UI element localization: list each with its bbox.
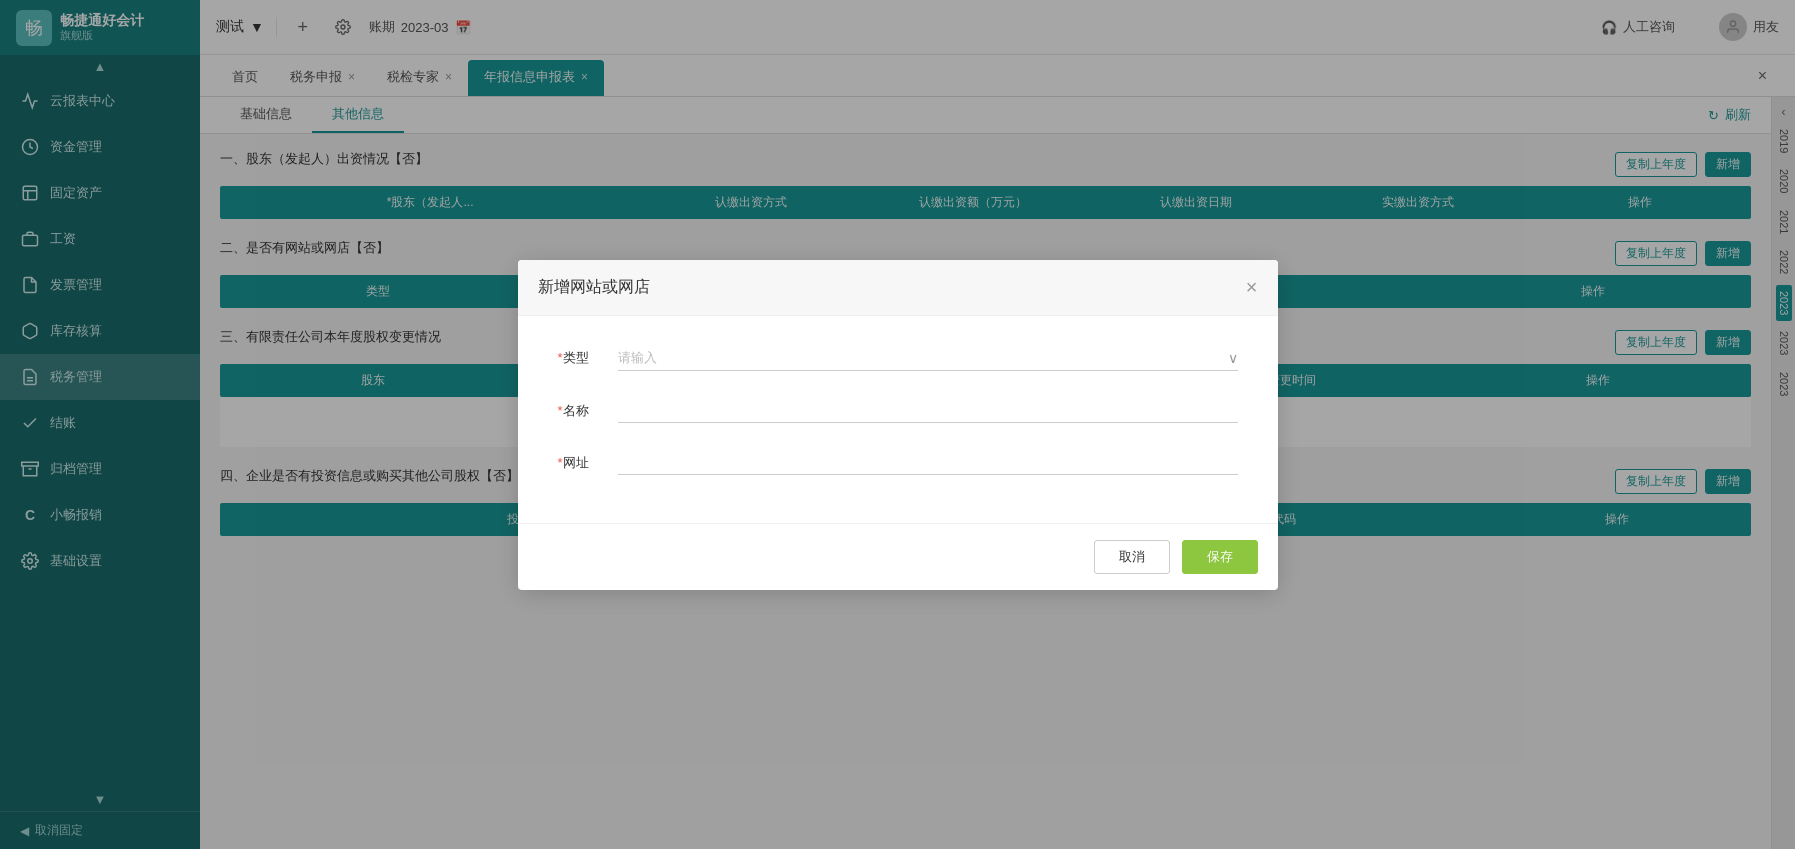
- form-input-wrapper-url: [618, 451, 1238, 475]
- form-input-wrapper-name: [618, 399, 1238, 423]
- form-input-wrapper-type: ∨: [618, 346, 1238, 371]
- name-input[interactable]: [618, 403, 1238, 418]
- type-dropdown-icon[interactable]: ∨: [1228, 350, 1238, 366]
- required-star-url: *: [558, 455, 563, 470]
- modal-body: *类型 ∨ *名称 *网址: [518, 316, 1278, 523]
- required-star-type: *: [558, 350, 563, 365]
- form-label-type: *类型: [558, 349, 618, 367]
- modal-footer: 取消 保存: [518, 523, 1278, 590]
- form-label-url: *网址: [558, 454, 618, 472]
- form-field-type: *类型 ∨: [558, 346, 1238, 371]
- url-input[interactable]: [618, 455, 1238, 470]
- modal-close-button[interactable]: ×: [1246, 276, 1258, 299]
- modal-header: 新增网站或网店 ×: [518, 260, 1278, 316]
- form-label-name: *名称: [558, 402, 618, 420]
- cancel-button[interactable]: 取消: [1094, 540, 1170, 574]
- modal-overlay: 新增网站或网店 × *类型 ∨ *名称: [0, 0, 1795, 849]
- required-star-name: *: [558, 403, 563, 418]
- type-input[interactable]: [618, 350, 1228, 365]
- save-button[interactable]: 保存: [1182, 540, 1258, 574]
- form-field-name: *名称: [558, 399, 1238, 423]
- form-field-url: *网址: [558, 451, 1238, 475]
- modal-add-website: 新增网站或网店 × *类型 ∨ *名称: [518, 260, 1278, 590]
- modal-title: 新增网站或网店: [538, 277, 650, 298]
